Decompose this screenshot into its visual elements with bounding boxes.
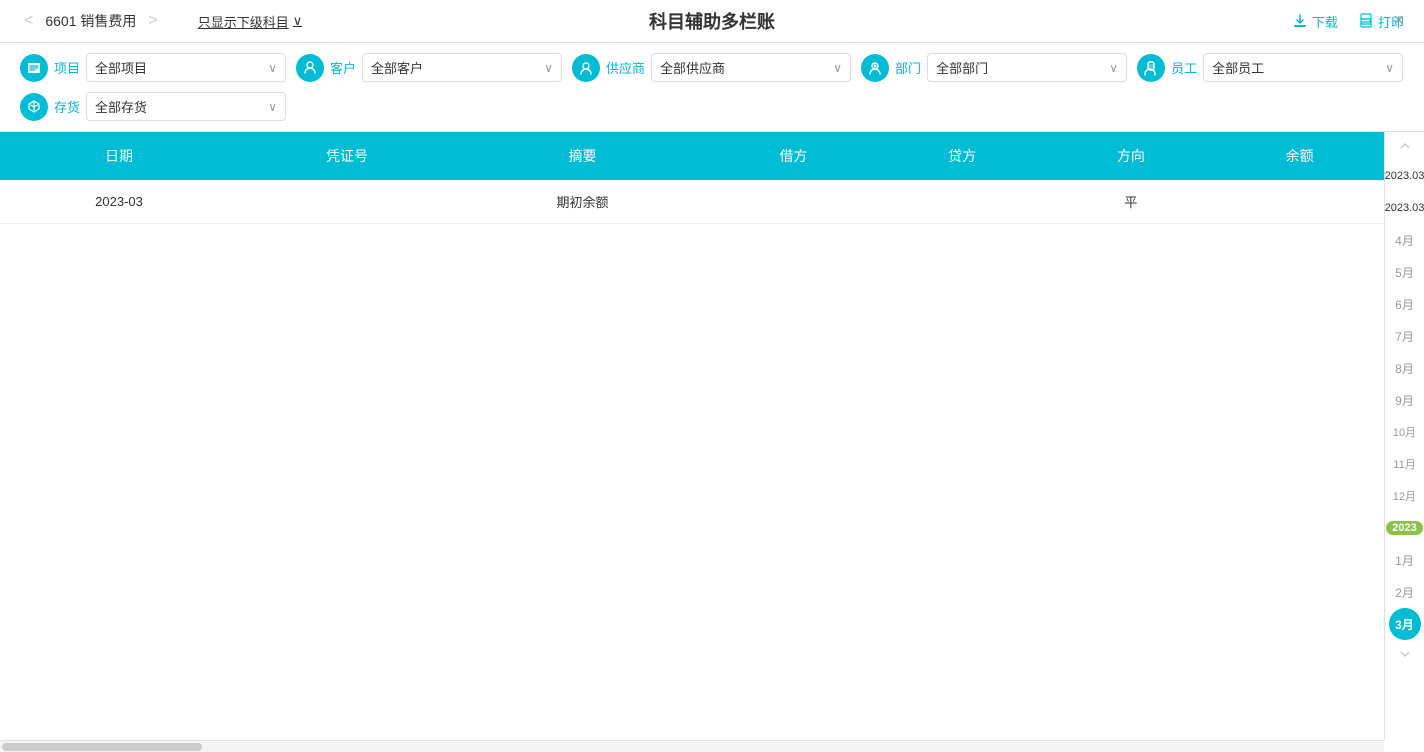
- supplier-select[interactable]: 全部供应商 ∨: [651, 53, 851, 82]
- month-item-7[interactable]: 7月: [1385, 320, 1424, 352]
- inventory-icon: [20, 93, 48, 121]
- filter-project: 项目 全部项目 ∨: [20, 53, 286, 82]
- cell-balance: [1215, 180, 1384, 224]
- inventory-label: 存货: [54, 97, 80, 116]
- customer-select[interactable]: 全部客户 ∨: [362, 53, 562, 82]
- month-item-5[interactable]: 5月: [1385, 256, 1424, 288]
- supplier-icon: [572, 54, 600, 82]
- year-badge-label: 2023: [1386, 521, 1422, 535]
- prev-button[interactable]: <: [20, 10, 37, 32]
- year-badge-2023[interactable]: 2023: [1385, 512, 1424, 544]
- show-sub-arrow: ∨: [293, 13, 303, 29]
- close-button[interactable]: ×: [1393, 10, 1404, 31]
- account-code: 6601 销售费用: [45, 11, 136, 31]
- cell-credit: [878, 180, 1047, 224]
- download-icon: [1292, 13, 1308, 29]
- title-left: < 6601 销售费用 > 只显示下级科目 ∨: [20, 10, 302, 32]
- main-window: < 6601 销售费用 > 只显示下级科目 ∨ 科目辅助多栏账 下载: [0, 0, 1424, 752]
- title-bar: < 6601 销售费用 > 只显示下级科目 ∨ 科目辅助多栏账 下载: [0, 0, 1424, 43]
- inventory-select[interactable]: 全部存货 ∨: [86, 92, 286, 121]
- month-item-10[interactable]: 10月: [1385, 416, 1424, 448]
- department-arrow: ∨: [1109, 61, 1118, 75]
- month-item-range-start[interactable]: 2023.03: [1385, 160, 1424, 192]
- month-item-6[interactable]: 6月: [1385, 288, 1424, 320]
- cell-direction: 平: [1047, 180, 1216, 224]
- cell-summary: 期初余额: [456, 180, 709, 224]
- project-arrow: ∨: [268, 61, 277, 75]
- month-nav-up-button[interactable]: [1385, 132, 1424, 160]
- month-item-4[interactable]: 4月: [1385, 224, 1424, 256]
- employee-value: 全部员工: [1212, 58, 1264, 77]
- col-balance: 余额: [1215, 132, 1384, 180]
- table-container[interactable]: 日期 凭证号 摘要 借方 贷方 方向 余额 2023-03 期初余额: [0, 132, 1384, 740]
- show-sub-toggle[interactable]: 只显示下级科目 ∨: [198, 12, 303, 31]
- month-item-8[interactable]: 8月: [1385, 352, 1424, 384]
- project-select[interactable]: 全部项目 ∨: [86, 53, 286, 82]
- month-item-9[interactable]: 9月: [1385, 384, 1424, 416]
- customer-arrow: ∨: [544, 61, 553, 75]
- department-label: 部门: [895, 58, 921, 77]
- table-header-row: 日期 凭证号 摘要 借方 贷方 方向 余额: [0, 132, 1384, 180]
- title-right: 下载 打印: [1292, 12, 1404, 31]
- project-value: 全部项目: [95, 58, 147, 77]
- col-direction: 方向: [1047, 132, 1216, 180]
- download-button[interactable]: 下载: [1292, 12, 1338, 31]
- next-button[interactable]: >: [144, 10, 161, 32]
- table-row: 2023-03 期初余额 平: [0, 180, 1384, 224]
- project-icon: [20, 54, 48, 82]
- customer-icon: [296, 54, 324, 82]
- inventory-value: 全部存货: [95, 97, 147, 116]
- print-icon: [1358, 13, 1374, 29]
- department-value: 全部部门: [936, 58, 988, 77]
- filter-department: 部门 全部部门 ∨: [861, 53, 1127, 82]
- month-item-12[interactable]: 12月: [1385, 480, 1424, 512]
- data-table: 日期 凭证号 摘要 借方 贷方 方向 余额 2023-03 期初余额: [0, 132, 1384, 224]
- filter-bar: 项目 全部项目 ∨ 客户 全部客户 ∨: [0, 43, 1424, 132]
- filter-inventory: 存货 全部存货 ∨: [20, 92, 286, 121]
- page-title: 科目辅助多栏账: [649, 8, 775, 34]
- employee-icon: [1137, 54, 1165, 82]
- inventory-arrow: ∨: [268, 100, 277, 114]
- col-date: 日期: [0, 132, 238, 180]
- filter-employee: 员工 全部员工 ∨: [1137, 53, 1403, 82]
- department-select[interactable]: 全部部门 ∨: [927, 53, 1127, 82]
- project-label: 项目: [54, 58, 80, 77]
- col-credit: 贷方: [878, 132, 1047, 180]
- month-item-range-end[interactable]: 2023.03: [1385, 192, 1424, 224]
- month-item-2[interactable]: 2月: [1385, 576, 1424, 608]
- employee-select[interactable]: 全部员工 ∨: [1203, 53, 1403, 82]
- month-item-1[interactable]: 1月: [1385, 544, 1424, 576]
- main-content: 日期 凭证号 摘要 借方 贷方 方向 余额 2023-03 期初余额: [0, 132, 1424, 740]
- month-nav-down-button[interactable]: [1385, 640, 1424, 668]
- cell-date: 2023-03: [0, 180, 238, 224]
- supplier-arrow: ∨: [833, 61, 842, 75]
- col-summary: 摘要: [456, 132, 709, 180]
- col-voucher: 凭证号: [238, 132, 456, 180]
- supplier-label: 供应商: [606, 58, 645, 77]
- employee-label: 员工: [1171, 58, 1197, 77]
- customer-value: 全部客户: [371, 58, 423, 77]
- download-label: 下载: [1312, 12, 1338, 31]
- month-item-3-active[interactable]: 3月: [1389, 608, 1421, 640]
- supplier-value: 全部供应商: [660, 58, 725, 77]
- month-nav: 2023.03 2023.03 4月 5月 6月 7月 8月 9月 10月 11…: [1384, 132, 1424, 740]
- show-sub-label: 只显示下级科目: [198, 12, 289, 31]
- cell-debit: [709, 180, 878, 224]
- department-icon: [861, 54, 889, 82]
- customer-label: 客户: [330, 58, 356, 77]
- employee-arrow: ∨: [1385, 61, 1394, 75]
- horizontal-scrollbar[interactable]: [0, 740, 1384, 752]
- col-debit: 借方: [709, 132, 878, 180]
- month-item-11[interactable]: 11月: [1385, 448, 1424, 480]
- filter-customer: 客户 全部客户 ∨: [296, 53, 562, 82]
- cell-voucher: [238, 180, 456, 224]
- filter-supplier: 供应商 全部供应商 ∨: [572, 53, 851, 82]
- scroll-thumb: [2, 743, 202, 751]
